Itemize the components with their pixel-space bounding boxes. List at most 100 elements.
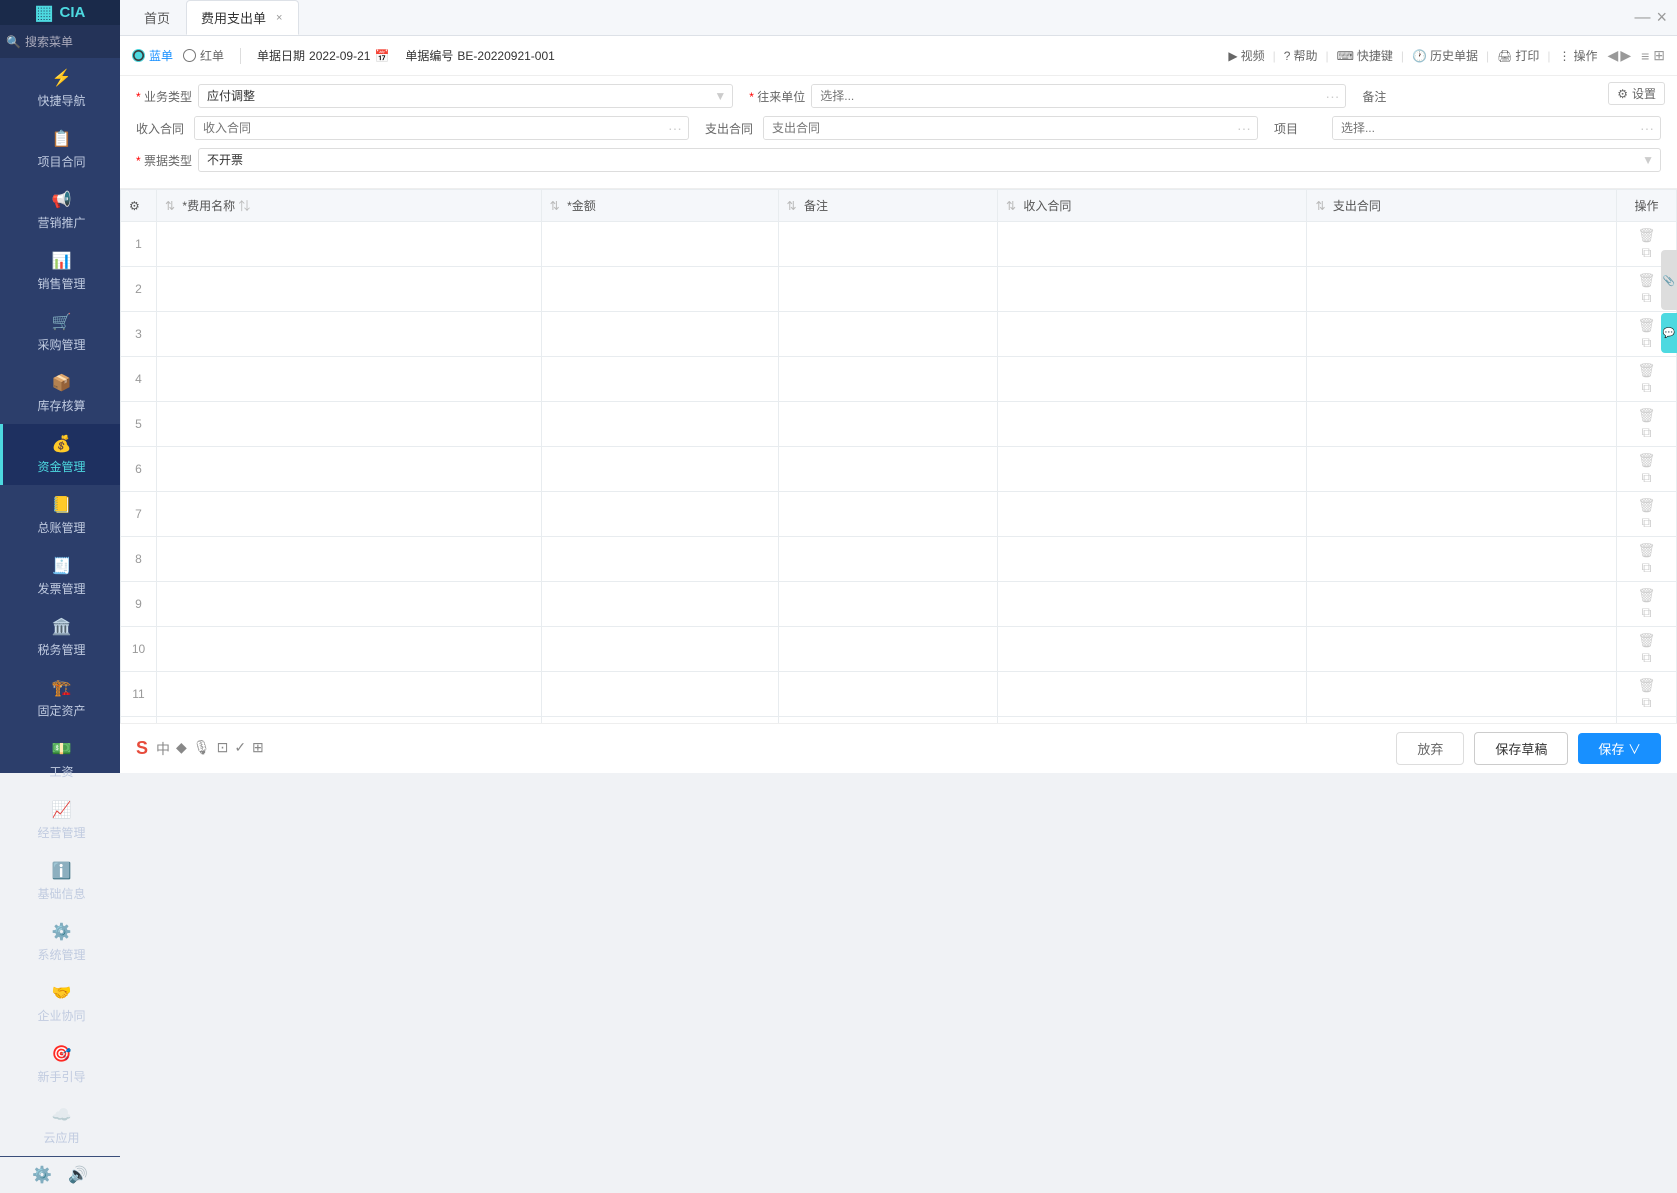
delete-icon[interactable]: 🗑 xyxy=(1638,407,1656,423)
counterparty-input[interactable] xyxy=(812,85,1319,107)
remark-cell[interactable] xyxy=(778,537,997,582)
amount-cell[interactable] xyxy=(541,492,778,537)
blue-bill-input[interactable] xyxy=(132,49,145,62)
discard-button[interactable]: 放弃 xyxy=(1396,732,1464,765)
copy-icon[interactable]: ⧉ xyxy=(1642,649,1652,665)
save-draft-button[interactable]: 保存草稿 xyxy=(1474,732,1568,765)
window-minimize-icon[interactable]: — xyxy=(1634,9,1650,27)
video-btn[interactable]: ▶ 视频 xyxy=(1228,47,1264,64)
expense-contract-cell[interactable] xyxy=(1307,357,1617,402)
expense-contract-cell[interactable] xyxy=(1307,672,1617,717)
remark-cell[interactable] xyxy=(778,627,997,672)
copy-icon[interactable]: ⧉ xyxy=(1642,379,1652,395)
history-btn[interactable]: 🕐 历史单据 xyxy=(1412,47,1478,64)
expense-contract-cell[interactable] xyxy=(1307,447,1617,492)
income-contract-input[interactable] xyxy=(195,117,662,139)
tab-expense[interactable]: 费用支出单 × xyxy=(186,0,299,35)
expense-contract-cell[interactable] xyxy=(1307,627,1617,672)
sidebar-item-payroll[interactable]: 💵 工资 xyxy=(0,729,120,790)
help-btn[interactable]: ? 帮助 xyxy=(1284,47,1318,64)
delete-icon[interactable]: 🗑 xyxy=(1638,317,1656,333)
volume-icon[interactable]: 🔊 xyxy=(68,1165,88,1185)
income-contract-cell[interactable] xyxy=(997,312,1307,357)
project-input[interactable] xyxy=(1333,117,1634,139)
expense-contract-cell[interactable] xyxy=(1307,537,1617,582)
remark-cell[interactable] xyxy=(778,492,997,537)
sidebar-search[interactable]: 🔍 搜索菜单 xyxy=(0,25,120,58)
remark-cell[interactable] xyxy=(778,267,997,312)
delete-icon[interactable]: 🗑 xyxy=(1638,452,1656,468)
delete-icon[interactable]: 🗑 xyxy=(1638,677,1656,693)
expense-name-sort-icon[interactable]: ⇅ xyxy=(165,199,175,213)
counterparty-dots-icon[interactable]: ··· xyxy=(1319,88,1345,104)
delete-icon[interactable]: 🗑 xyxy=(1638,542,1656,558)
save-button[interactable]: 保存 ∨ xyxy=(1578,733,1661,764)
action-btn[interactable]: ⋮ 操作 xyxy=(1559,47,1598,64)
expense-contract-sort-icon[interactable]: ⇅ xyxy=(1315,199,1325,213)
remark-sort-icon[interactable]: ⇅ xyxy=(787,199,797,213)
sidebar-item-new-user[interactable]: 🎯 新手引导 xyxy=(0,1034,120,1095)
copy-icon[interactable]: ⧉ xyxy=(1642,469,1652,485)
sidebar-item-cloud-apps[interactable]: ☁️ 云应用 xyxy=(0,1095,120,1156)
amount-cell[interactable] xyxy=(541,627,778,672)
expense-name-cell[interactable] xyxy=(157,267,542,312)
expense-contract-cell[interactable] xyxy=(1307,312,1617,357)
expense-name-cell[interactable] xyxy=(157,222,542,267)
income-contract-cell[interactable] xyxy=(997,222,1307,267)
right-float-btn-1[interactable]: 📎 xyxy=(1661,250,1677,310)
copy-icon[interactable]: ⧉ xyxy=(1642,289,1652,305)
sidebar-item-enterprise[interactable]: 🤝 企业协同 xyxy=(0,973,120,1034)
red-bill-input[interactable] xyxy=(183,49,196,62)
settings-icon[interactable]: ⚙️ xyxy=(32,1165,52,1185)
sidebar-item-basic-info[interactable]: ℹ️ 基础信息 xyxy=(0,851,120,912)
tab-close-button[interactable]: × xyxy=(274,12,284,24)
sidebar-item-fixed-assets[interactable]: 🏗️ 固定资产 xyxy=(0,668,120,729)
sidebar-item-quick-nav[interactable]: ⚡ 快捷导航 xyxy=(0,58,120,119)
table-container[interactable]: ⚙ ⇅ *费用名称 ⇅ ⇅ *金额 ⇅ 备注 ⇅ xyxy=(120,189,1677,723)
sidebar-item-project-contract[interactable]: 📋 项目合同 xyxy=(0,119,120,180)
delete-icon[interactable]: 🗑 xyxy=(1638,362,1656,378)
income-contract-dots-icon[interactable]: ··· xyxy=(662,120,688,136)
income-contract-cell[interactable] xyxy=(997,537,1307,582)
amount-cell[interactable] xyxy=(541,582,778,627)
project-dots-icon[interactable]: ··· xyxy=(1634,120,1660,136)
expense-name-cell[interactable] xyxy=(157,312,542,357)
copy-icon[interactable]: ⧉ xyxy=(1642,559,1652,575)
expense-name-cell[interactable] xyxy=(157,402,542,447)
income-contract-sort-icon[interactable]: ⇅ xyxy=(1006,199,1016,213)
copy-icon[interactable]: ⧉ xyxy=(1642,694,1652,710)
amount-cell[interactable] xyxy=(541,447,778,492)
remark-cell[interactable] xyxy=(778,222,997,267)
expense-name-cell[interactable] xyxy=(157,447,542,492)
sidebar-item-operations[interactable]: 📈 经营管理 xyxy=(0,790,120,851)
delete-icon[interactable]: 🗑 xyxy=(1638,587,1656,603)
expense-contract-cell[interactable] xyxy=(1307,267,1617,312)
income-contract-cell[interactable] xyxy=(997,267,1307,312)
remark-cell[interactable] xyxy=(778,582,997,627)
remark-cell[interactable] xyxy=(778,402,997,447)
expense-name-cell[interactable] xyxy=(157,357,542,402)
list-view-icon[interactable]: ≡ xyxy=(1641,48,1649,64)
income-contract-cell[interactable] xyxy=(997,582,1307,627)
expense-contract-cell[interactable] xyxy=(1307,492,1617,537)
income-contract-cell[interactable] xyxy=(997,447,1307,492)
copy-icon[interactable]: ⧉ xyxy=(1642,334,1652,350)
sidebar-item-inventory[interactable]: 📦 库存核算 xyxy=(0,363,120,424)
sidebar-item-ledger[interactable]: 📒 总账管理 xyxy=(0,485,120,546)
expense-name-cell[interactable] xyxy=(157,627,542,672)
amount-cell[interactable] xyxy=(541,267,778,312)
remark-cell[interactable] xyxy=(778,447,997,492)
income-contract-cell[interactable] xyxy=(997,492,1307,537)
business-type-select[interactable]: 应付调整 xyxy=(199,85,708,107)
delete-icon[interactable]: 🗑 xyxy=(1638,497,1656,513)
amount-cell[interactable] xyxy=(541,537,778,582)
shortcut-btn[interactable]: ⌨ 快捷键 xyxy=(1337,47,1393,64)
copy-icon[interactable]: ⧉ xyxy=(1642,244,1652,260)
sidebar-item-purchase[interactable]: 🛒 采购管理 xyxy=(0,302,120,363)
tab-home[interactable]: 首页 xyxy=(130,0,184,35)
expense-contract-cell[interactable] xyxy=(1307,402,1617,447)
red-bill-radio[interactable]: 红单 xyxy=(183,47,224,64)
prev-arrow[interactable]: ◀ xyxy=(1608,47,1619,64)
expense-name-cell[interactable] xyxy=(157,492,542,537)
bill-type-select[interactable]: 不开票 xyxy=(199,149,1636,171)
